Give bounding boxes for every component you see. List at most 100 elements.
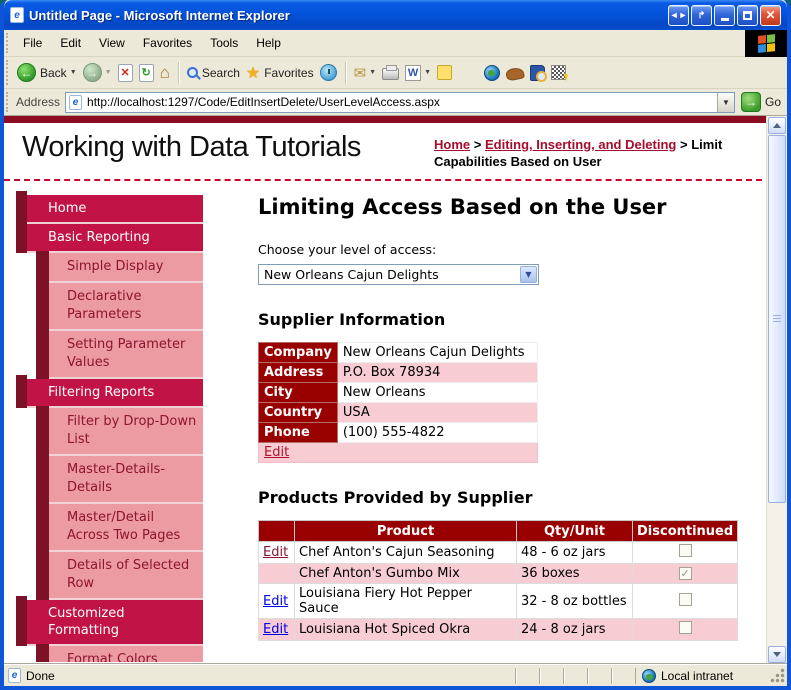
security-zone-pane: Local intranet: [635, 667, 770, 684]
sidebar-item-home[interactable]: Home: [16, 191, 203, 224]
research-button[interactable]: [530, 64, 548, 82]
status-pane: [611, 667, 635, 684]
sidebar-item-setting-parameter-values[interactable]: Setting Parameter Values: [36, 329, 203, 379]
product-edit-link[interactable]: Edit: [263, 594, 288, 609]
discontinued-checkbox[interactable]: [678, 544, 692, 557]
sidebar-item-details-of-selected-row[interactable]: Details of Selected Row: [36, 550, 203, 600]
edit-dropdown-caret[interactable]: ▼: [424, 69, 431, 76]
sidebar-item-filter-by-dropdown-list[interactable]: Filter by Drop-Down List: [36, 406, 203, 456]
access-level-label: Choose your level of access:: [258, 242, 437, 257]
sidebar-item-master-details-details[interactable]: Master-Details-Details: [36, 454, 203, 504]
address-input[interactable]: e http://localhost:1297/Code/EditInsertD…: [65, 91, 735, 113]
popout-button[interactable]: ↱: [691, 4, 712, 26]
menu-file[interactable]: File: [14, 32, 51, 54]
product-edit-link[interactable]: Edit: [263, 622, 288, 637]
breadcrumb-home-link[interactable]: Home: [434, 137, 470, 152]
back-label: Back: [40, 65, 67, 80]
back-dropdown-caret[interactable]: ▼: [70, 69, 77, 76]
select-dropdown-button[interactable]: ▼: [520, 266, 537, 283]
addon-bird-button[interactable]: [504, 65, 526, 82]
go-button[interactable]: → Go: [740, 92, 781, 112]
sidebar-item-master-detail-across-two-pages[interactable]: Master/Detail Across Two Pages: [36, 502, 203, 552]
print-button[interactable]: [382, 65, 400, 80]
scroll-up-button[interactable]: [768, 117, 786, 134]
search-button[interactable]: Search: [186, 66, 240, 80]
menu-edit[interactable]: Edit: [51, 32, 90, 54]
supplier-edit-link[interactable]: Edit: [264, 445, 289, 460]
minimize-icon: [720, 18, 729, 21]
products-header-discontinued: Discontinued: [631, 520, 739, 542]
product-edit-link[interactable]: Edit: [263, 545, 288, 560]
mail-button[interactable]: ✉ ▼: [354, 64, 377, 82]
menu-view[interactable]: View: [90, 32, 134, 54]
web-globe-button[interactable]: [484, 64, 501, 81]
favorites-button[interactable]: ★ Favorites: [246, 63, 314, 83]
product-name: Louisiana Fiery Hot Pepper Sauce: [294, 583, 517, 619]
minimize-button[interactable]: [714, 4, 735, 26]
close-button[interactable]: ✕: [760, 4, 781, 26]
mail-dropdown-caret[interactable]: ▼: [369, 69, 376, 76]
supplier-field-label: Country: [258, 402, 338, 423]
status-left-pane: e Done: [4, 668, 515, 683]
sidebar-item-customized-formatting[interactable]: Customized Formatting: [16, 596, 203, 646]
products-heading: Products Provided by Supplier: [258, 488, 533, 507]
menu-bar: File Edit View Favorites Tools Help: [4, 30, 787, 57]
discontinued-checkbox[interactable]: [678, 592, 692, 606]
scroll-down-button[interactable]: [768, 646, 786, 663]
maximize-icon: [743, 10, 752, 20]
sidebar-item-filtering-reports[interactable]: Filtering Reports: [16, 375, 203, 408]
address-url[interactable]: http://localhost:1297/Code/EditInsertDel…: [87, 95, 717, 109]
discontinued-checkbox-checked[interactable]: ✓: [678, 567, 692, 580]
stop-button[interactable]: ✕: [117, 63, 133, 82]
edit-with-word-button[interactable]: W ▼: [405, 64, 431, 81]
mail-icon: ✉: [353, 64, 367, 82]
product-name: Louisiana Hot Spiced Okra: [294, 618, 517, 641]
sidebar-item-declarative-parameters[interactable]: Declarative Parameters: [36, 281, 203, 331]
nav-arrows-button[interactable]: ◄►: [668, 4, 689, 26]
home-button[interactable]: ⌂: [160, 63, 170, 83]
forward-button[interactable]: → ▼: [82, 63, 112, 82]
maximize-button[interactable]: [737, 4, 758, 26]
scrollbar-thumb[interactable]: [768, 135, 786, 503]
history-icon: [319, 64, 337, 81]
menu-tools[interactable]: Tools: [201, 32, 247, 54]
supplier-heading: Supplier Information: [258, 310, 446, 329]
messenger-note-button[interactable]: [437, 65, 453, 80]
refresh-button[interactable]: ↻: [138, 63, 154, 82]
main-content: Limiting Access Based on the User Choose…: [258, 181, 766, 641]
toolbar-grip[interactable]: [6, 32, 11, 54]
product-qty: 48 - 6 oz jars: [516, 541, 633, 564]
address-dropdown-button[interactable]: ▼: [716, 92, 734, 112]
table-row: Phone (100) 555-4822: [258, 422, 538, 443]
back-button[interactable]: ← Back ▼: [17, 63, 77, 82]
breadcrumb-section-link[interactable]: Editing, Inserting, and Deleting: [485, 137, 676, 152]
history-button[interactable]: [319, 64, 337, 81]
page-viewport: Working with Data Tutorials Home > Editi…: [4, 116, 787, 664]
globe-icon: [484, 64, 501, 81]
discontinued-checkbox[interactable]: [678, 621, 692, 634]
access-level-select[interactable]: New Orleans Cajun Delights ▼: [258, 264, 539, 285]
product-name: Chef Anton's Gumbo Mix: [294, 563, 517, 584]
table-row: City New Orleans: [258, 382, 538, 403]
table-row: Edit Chef Anton's Cajun Seasoning 48 - 6…: [258, 541, 739, 564]
page-content: Working with Data Tutorials Home > Editi…: [4, 116, 766, 664]
grid-lightning-button[interactable]: [551, 65, 567, 80]
menu-favorites[interactable]: Favorites: [134, 32, 201, 54]
toolbar-separator: [177, 61, 179, 84]
grid-lightning-icon: [551, 65, 567, 80]
resize-grip[interactable]: [770, 667, 786, 684]
sidebar-item-basic-reporting[interactable]: Basic Reporting: [16, 220, 203, 253]
zone-globe-icon: [642, 668, 656, 683]
favorites-star-icon: ★: [245, 64, 261, 82]
word-icon: W: [405, 64, 422, 81]
supplier-field-label: Phone: [258, 422, 338, 443]
address-label: Address: [16, 95, 61, 109]
toolbar-grip[interactable]: [6, 60, 11, 85]
menu-help[interactable]: Help: [247, 32, 290, 54]
ie-page-icon: e: [10, 7, 24, 23]
toolbar-grip[interactable]: [6, 91, 11, 113]
sidebar-item-simple-display[interactable]: Simple Display: [36, 251, 203, 283]
vertical-scrollbar[interactable]: [766, 116, 787, 664]
sidebar-item-format-colors[interactable]: Format Colors: [36, 644, 203, 662]
supplier-field-value: USA: [336, 402, 538, 423]
